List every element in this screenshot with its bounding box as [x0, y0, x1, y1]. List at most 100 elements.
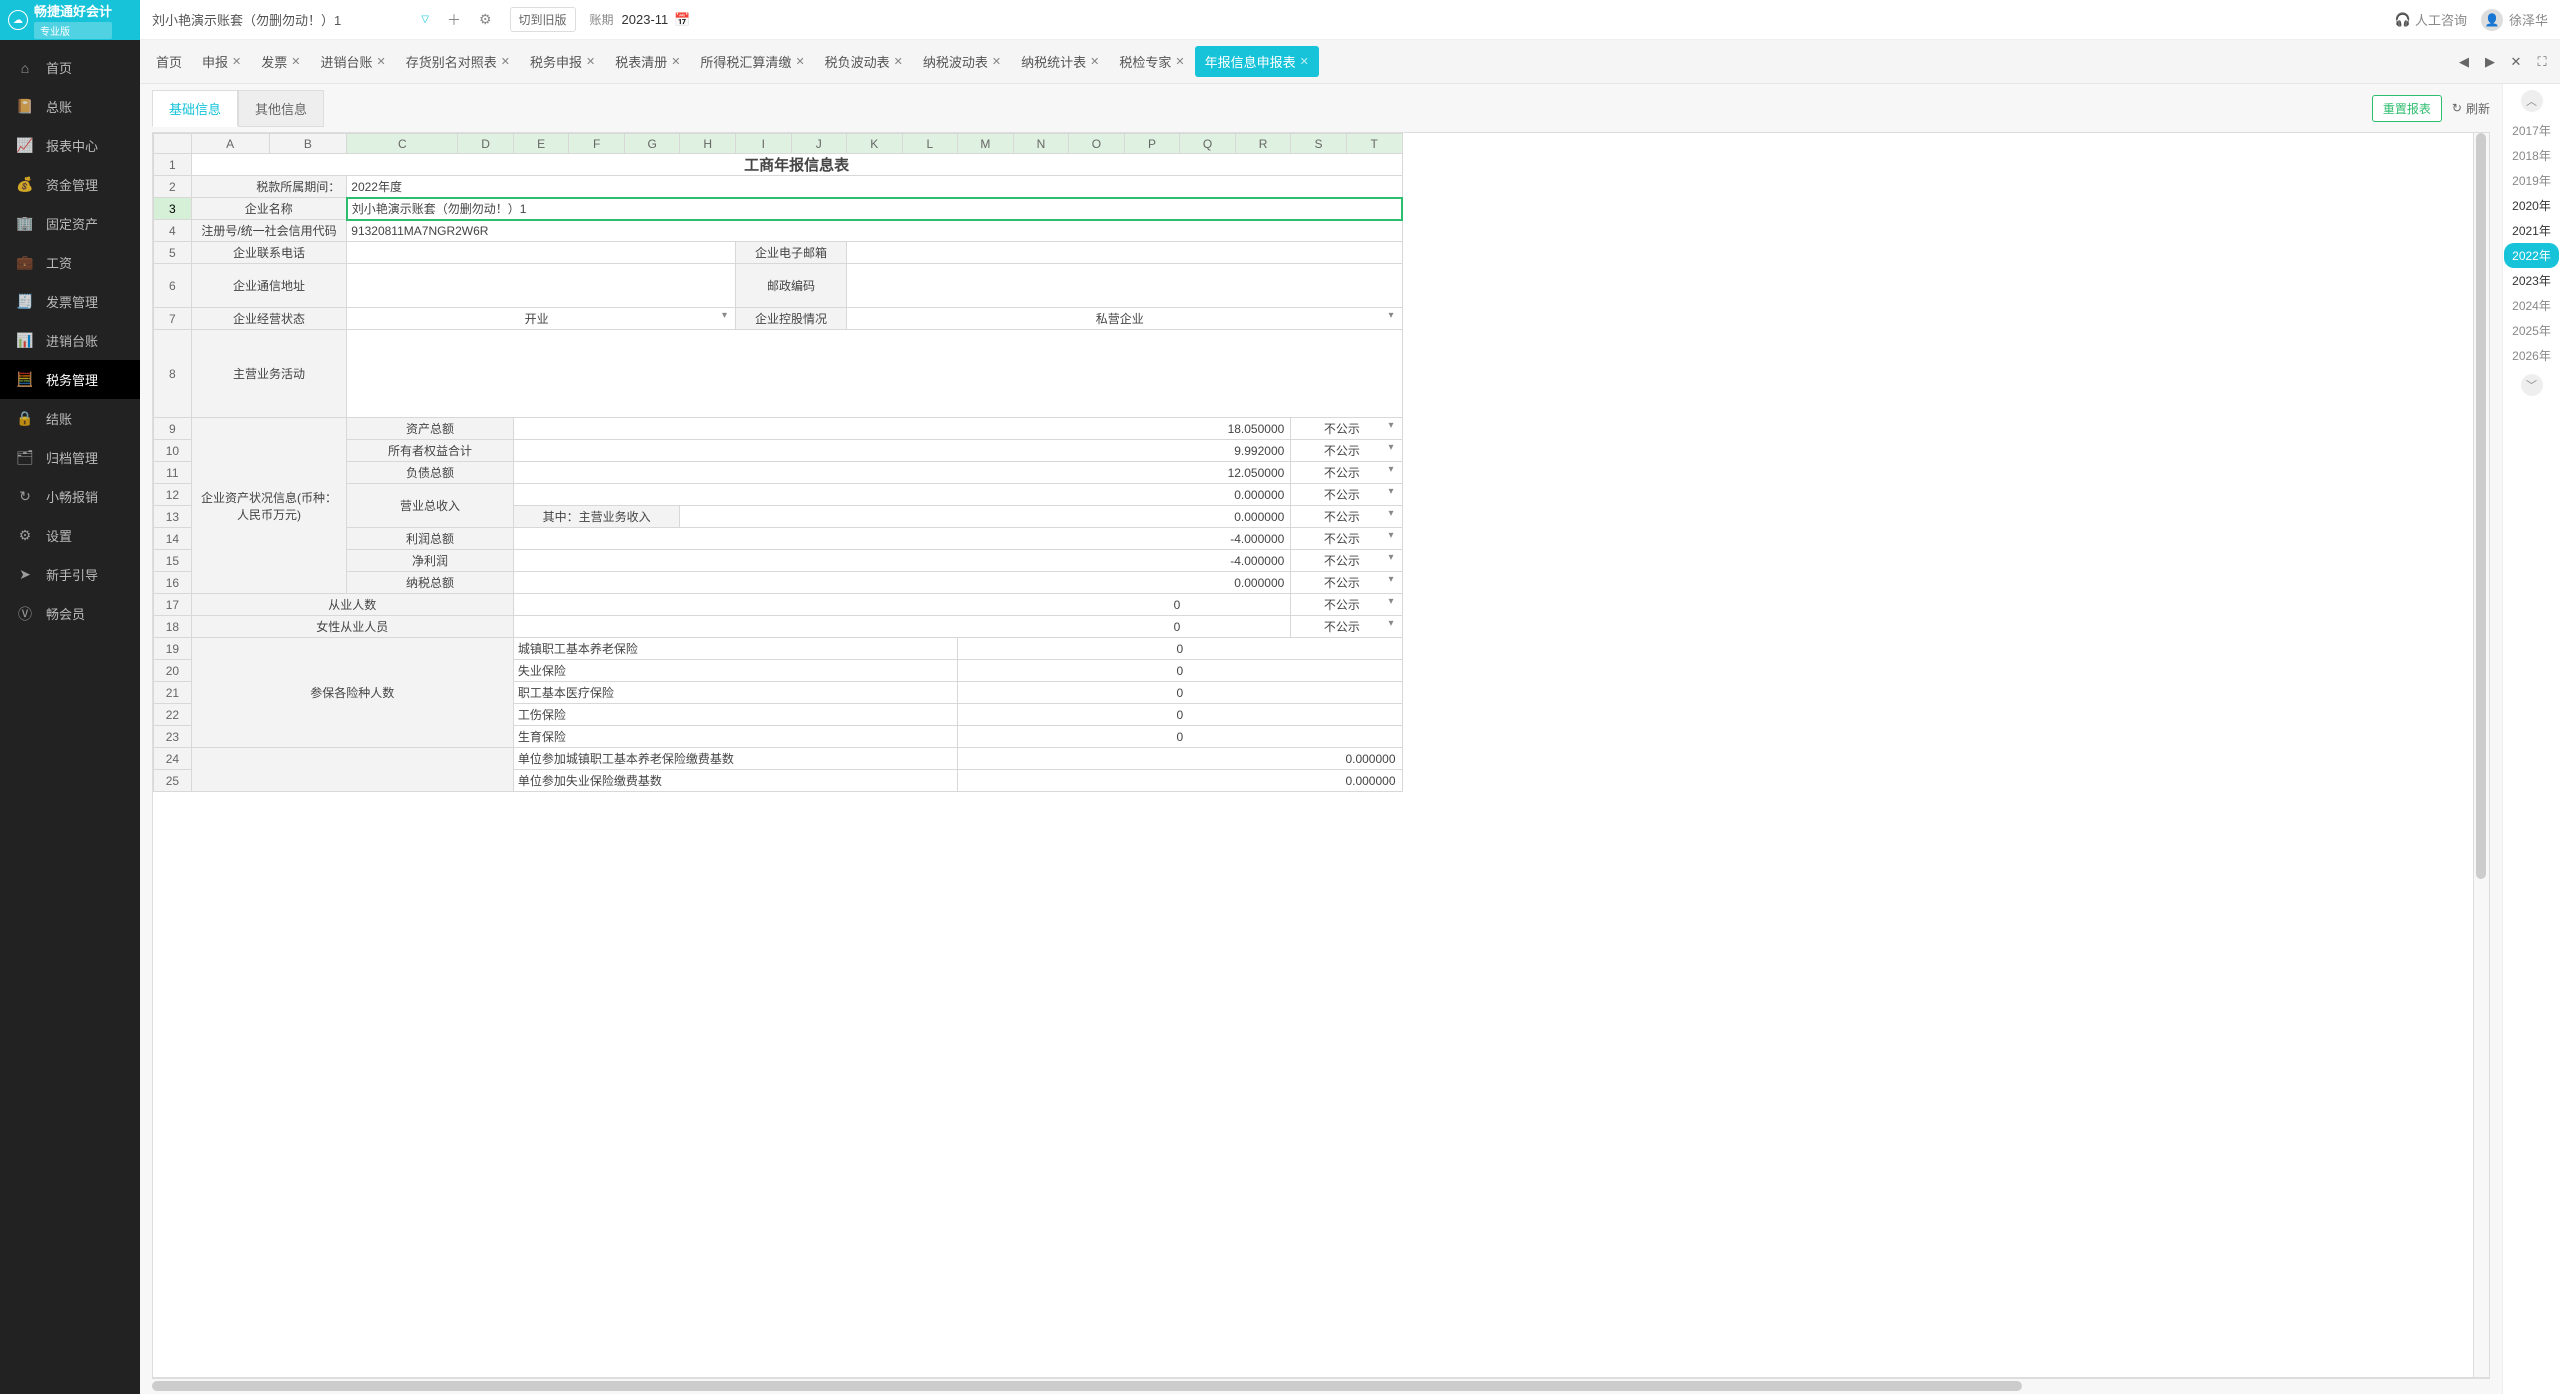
nav-item-6[interactable]: 🧾发票管理 [0, 282, 140, 321]
row-5[interactable]: 5 [154, 242, 192, 264]
row-18[interactable]: 18 [154, 616, 192, 638]
col-header-T[interactable]: T [1346, 134, 1402, 154]
col-header-H[interactable]: H [680, 134, 736, 154]
base-pension-value[interactable]: 0.000000 [958, 748, 1402, 770]
col-header-F[interactable]: F [569, 134, 625, 154]
close-icon[interactable]: ✕ [291, 55, 300, 68]
tab-3[interactable]: 进销台账✕ [310, 46, 395, 77]
pub-select-14[interactable]: 不公示 [1291, 528, 1402, 550]
row-2[interactable]: 2 [154, 176, 192, 198]
row-21[interactable]: 21 [154, 682, 192, 704]
tab-basic-info[interactable]: 基础信息 [152, 90, 238, 127]
year-2020年[interactable]: 2020年 [2504, 193, 2559, 218]
row-3[interactable]: 3 [154, 198, 192, 220]
nav-item-13[interactable]: ➤新手引导 [0, 555, 140, 594]
col-header-L[interactable]: L [902, 134, 958, 154]
address-cell[interactable] [347, 264, 736, 308]
account-selector[interactable]: 刘小艳演示账套（勿删勿动！）1 ▽ [152, 10, 429, 29]
tab-6[interactable]: 税表清册✕ [605, 46, 690, 77]
ins-pension-value[interactable]: 0 [958, 638, 1402, 660]
reset-report-button[interactable]: 重置报表 [2372, 95, 2442, 122]
row-7[interactable]: 7 [154, 308, 192, 330]
revenue-value[interactable]: 0.000000 [513, 484, 1290, 506]
pub-select-16[interactable]: 不公示 [1291, 572, 1402, 594]
tab-next-icon[interactable]: ▶ [2478, 50, 2502, 74]
add-icon[interactable]: ＋ [447, 10, 461, 30]
nav-item-1[interactable]: 📔总账 [0, 87, 140, 126]
tab-0[interactable]: 首页 [146, 46, 192, 77]
tab-2[interactable]: 发票✕ [251, 46, 310, 77]
tab-1[interactable]: 申报✕ [192, 46, 251, 77]
ins-medical-value[interactable]: 0 [958, 682, 1402, 704]
close-icon[interactable]: ✕ [894, 55, 903, 68]
company-name-cell[interactable]: 刘小艳演示账套（勿删勿动！）1 [347, 198, 1402, 220]
row-1[interactable]: 1 [154, 154, 192, 176]
year-2023年[interactable]: 2023年 [2504, 268, 2559, 293]
tab-11[interactable]: 税检专家✕ [1109, 46, 1194, 77]
row-16[interactable]: 16 [154, 572, 192, 594]
status-select[interactable]: 开业 [347, 308, 736, 330]
row-14[interactable]: 14 [154, 528, 192, 550]
pub-select-10[interactable]: 不公示 [1291, 440, 1402, 462]
close-icon[interactable]: ✕ [795, 55, 804, 68]
email-cell[interactable] [847, 242, 1402, 264]
col-header-Q[interactable]: Q [1180, 134, 1236, 154]
main-revenue-value[interactable]: 0.000000 [680, 506, 1291, 528]
profit-value[interactable]: -4.000000 [513, 528, 1290, 550]
row-6[interactable]: 6 [154, 264, 192, 308]
pub-select-11[interactable]: 不公示 [1291, 462, 1402, 484]
pub-select-18[interactable]: 不公示 [1291, 616, 1402, 638]
year-2021年[interactable]: 2021年 [2504, 218, 2559, 243]
close-icon[interactable]: ✕ [992, 55, 1001, 68]
col-header-N[interactable]: N [1013, 134, 1069, 154]
nav-item-12[interactable]: ⚙设置 [0, 516, 140, 555]
row-19[interactable]: 19 [154, 638, 192, 660]
equity-value[interactable]: 9.992000 [513, 440, 1290, 462]
refresh-button[interactable]: ↻ 刷新 [2452, 100, 2490, 117]
tax-total-value[interactable]: 0.000000 [513, 572, 1290, 594]
year-2017年[interactable]: 2017年 [2504, 118, 2559, 143]
col-header-S[interactable]: S [1291, 134, 1347, 154]
col-header-corner[interactable] [154, 134, 192, 154]
pub-select-12[interactable]: 不公示 [1291, 484, 1402, 506]
year-2022年[interactable]: 2022年 [2504, 243, 2559, 268]
ins-unemp-value[interactable]: 0 [958, 660, 1402, 682]
col-header-E[interactable]: E [513, 134, 569, 154]
col-header-B[interactable]: B [269, 134, 347, 154]
row-17[interactable]: 17 [154, 594, 192, 616]
row-22[interactable]: 22 [154, 704, 192, 726]
col-header-C[interactable]: C [347, 134, 458, 154]
year-up-icon[interactable]: ︿ [2521, 90, 2543, 112]
vertical-scrollbar[interactable] [2473, 133, 2489, 1377]
nav-item-0[interactable]: ⌂首页 [0, 48, 140, 87]
tab-12[interactable]: 年报信息申报表✕ [1195, 46, 1319, 77]
col-header-G[interactable]: G [624, 134, 680, 154]
tab-7[interactable]: 所得税汇算清缴✕ [690, 46, 814, 77]
nav-item-3[interactable]: 💰资金管理 [0, 165, 140, 204]
pub-select-9[interactable]: 不公示 [1291, 418, 1402, 440]
row-24[interactable]: 24 [154, 748, 192, 770]
switch-old-button[interactable]: 切到旧版 [510, 7, 576, 32]
base-unemp-value[interactable]: 0.000000 [958, 770, 1402, 792]
sheet-scroll[interactable]: ABCDEFGHIJKLMNOPQRST 1工商年报信息表 2税款所属期间：20… [153, 133, 2473, 1377]
consult-link[interactable]: 🎧 人工咨询 [2395, 10, 2467, 29]
pub-select-13[interactable]: 不公示 [1291, 506, 1402, 528]
employees-value[interactable]: 0 [513, 594, 1290, 616]
close-icon[interactable]: ✕ [1090, 55, 1099, 68]
pub-select-17[interactable]: 不公示 [1291, 594, 1402, 616]
close-icon[interactable]: ✕ [586, 55, 595, 68]
year-2024年[interactable]: 2024年 [2504, 293, 2559, 318]
nav-item-14[interactable]: Ⓥ畅会员 [0, 594, 140, 633]
phone-cell[interactable] [347, 242, 736, 264]
col-header-P[interactable]: P [1124, 134, 1180, 154]
tab-9[interactable]: 纳税波动表✕ [913, 46, 1011, 77]
col-header-K[interactable]: K [847, 134, 903, 154]
tab-5[interactable]: 税务申报✕ [520, 46, 605, 77]
ins-injury-value[interactable]: 0 [958, 704, 1402, 726]
nav-item-10[interactable]: 🗂归档管理 [0, 438, 140, 477]
year-2019年[interactable]: 2019年 [2504, 168, 2559, 193]
close-icon[interactable]: ✕ [671, 55, 680, 68]
tab-10[interactable]: 纳税统计表✕ [1011, 46, 1109, 77]
close-icon[interactable]: ✕ [232, 55, 241, 68]
female-employees-value[interactable]: 0 [513, 616, 1290, 638]
